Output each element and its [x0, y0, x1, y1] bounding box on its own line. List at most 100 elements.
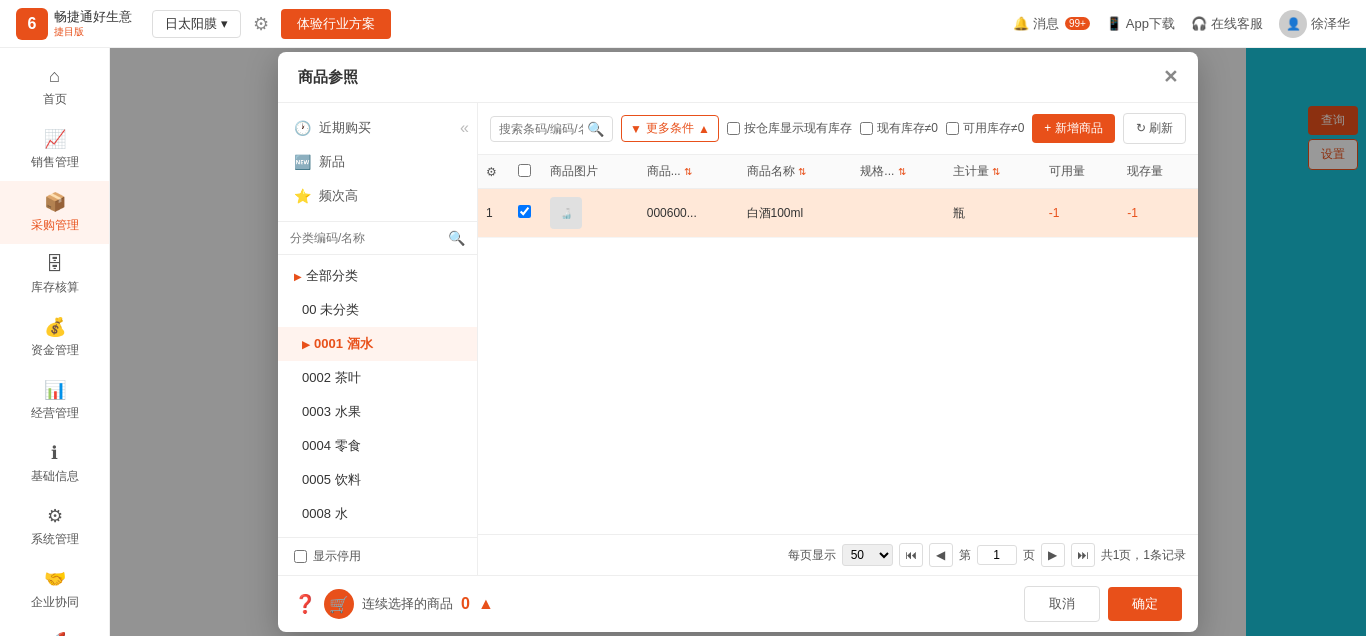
- row-num: 1: [478, 189, 510, 238]
- cat-item-water[interactable]: 0008 水: [278, 497, 477, 531]
- per-page-select[interactable]: 50 100 200: [842, 544, 893, 566]
- nav-dropdown[interactable]: 日太阳膜 ▾: [152, 10, 241, 38]
- inventory-icon: 🗄: [46, 254, 64, 275]
- sidebar-label-basic-info: 基础信息: [31, 468, 79, 485]
- left-tab-recent[interactable]: 🕐 近期购买 «: [278, 111, 477, 145]
- table-row[interactable]: 1 🍶 000600... 白酒100ml 瓶: [478, 189, 1198, 238]
- sidebar-label-home: 首页: [43, 91, 67, 108]
- search-input[interactable]: [499, 122, 583, 136]
- cart-collapse-icon[interactable]: ▲: [478, 595, 494, 613]
- col-code[interactable]: 商品... ⇅: [639, 155, 739, 189]
- online-support-btn[interactable]: 🎧 在线客服: [1191, 15, 1263, 33]
- avatar: 👤: [1279, 10, 1307, 38]
- gear-icon[interactable]: ⚙: [253, 13, 269, 35]
- warehouse-checkbox[interactable]: [727, 122, 740, 135]
- cat-search-input[interactable]: [290, 231, 442, 245]
- cat-item-snack[interactable]: 0004 零食: [278, 429, 477, 463]
- cat-item-all[interactable]: ▶ 全部分类: [278, 259, 477, 293]
- cart-label: 连续选择的商品: [362, 595, 453, 613]
- cat-label-all: 全部分类: [306, 267, 358, 285]
- sidebar-item-inventory[interactable]: 🗄 库存核算: [0, 244, 109, 306]
- app-download-btn[interactable]: 📱 App下载: [1106, 15, 1175, 33]
- add-product-btn[interactable]: + 新增商品: [1032, 114, 1114, 143]
- sidebar-label-finance: 资金管理: [31, 342, 79, 359]
- col-available: 可用量: [1041, 155, 1120, 189]
- col-check: [510, 155, 542, 189]
- sidebar-item-finance[interactable]: 💰 资金管理: [0, 306, 109, 369]
- page-input[interactable]: [977, 545, 1017, 565]
- collapse-icon[interactable]: «: [460, 119, 469, 137]
- pagination: 每页显示 50 100 200 ⏮ ◀ 第 页 ▶: [478, 534, 1198, 575]
- cancel-btn[interactable]: 取消: [1024, 586, 1100, 622]
- content-area: 商品参照 ✕ 🕐 近期购买 « �: [110, 48, 1366, 636]
- close-btn[interactable]: ✕: [1163, 66, 1178, 88]
- finance-icon: 💰: [44, 316, 66, 338]
- cat-search-icon[interactable]: 🔍: [448, 230, 465, 246]
- available-label: 可用库存≠0: [963, 120, 1024, 137]
- per-page-label: 每页显示: [788, 547, 836, 564]
- row-checkbox[interactable]: [518, 205, 531, 218]
- search-icon[interactable]: 🔍: [587, 121, 604, 137]
- available-checkbox[interactable]: [946, 122, 959, 135]
- next-page-btn[interactable]: ▶: [1041, 543, 1065, 567]
- last-page-btn[interactable]: ⏭: [1071, 543, 1095, 567]
- logo-icon: 6: [16, 8, 48, 40]
- col-name[interactable]: 商品名称 ⇅: [739, 155, 853, 189]
- left-tab-frequent[interactable]: ⭐ 频次高: [278, 179, 477, 213]
- dialog-body: 🕐 近期购买 « 🆕 新品 ⭐ 频次高: [278, 103, 1198, 575]
- cat-label-unclassified: 00 未分类: [302, 301, 359, 319]
- user-menu[interactable]: 👤 徐泽华: [1279, 10, 1350, 38]
- purchase-icon: 📦: [44, 191, 66, 213]
- checkbox-stock: 现有库存≠0: [860, 120, 938, 137]
- cat-item-beverage[interactable]: 0005 饮料: [278, 463, 477, 497]
- sidebar-item-basic-info[interactable]: ℹ 基础信息: [0, 432, 109, 495]
- row-available: -1: [1041, 189, 1120, 238]
- sidebar-item-purchase[interactable]: 📦 采购管理: [0, 181, 109, 244]
- sidebar-item-enterprise[interactable]: 🤝 企业协同: [0, 558, 109, 621]
- sidebar-item-sales[interactable]: 📈 销售管理: [0, 118, 109, 181]
- filter-btn[interactable]: ▼ 更多条件 ▲: [621, 115, 719, 142]
- dialog-header: 商品参照 ✕: [278, 52, 1198, 103]
- confirm-btn[interactable]: 确定: [1108, 587, 1182, 621]
- main-layout: ⌂ 首页 📈 销售管理 📦 采购管理 🗄 库存核算 💰 资金管理 📊 经营管理 …: [0, 48, 1366, 636]
- dialog-title: 商品参照: [298, 68, 358, 87]
- prev-page-btn[interactable]: ◀: [929, 543, 953, 567]
- cat-item-tea[interactable]: 0002 茶叶: [278, 361, 477, 395]
- refresh-btn[interactable]: ↻ 刷新: [1123, 113, 1186, 144]
- cat-item-unclassified[interactable]: 00 未分类: [278, 293, 477, 327]
- sidebar-item-system[interactable]: ⚙ 系统管理: [0, 495, 109, 558]
- sales-icon: 📈: [44, 128, 66, 150]
- sort-icon-name: ⇅: [798, 166, 806, 177]
- cat-label-water: 0008 水: [302, 505, 348, 523]
- experience-btn[interactable]: 体验行业方案: [281, 9, 391, 39]
- left-tab-new[interactable]: 🆕 新品: [278, 145, 477, 179]
- page-word2: 页: [1023, 547, 1035, 564]
- select-all-checkbox[interactable]: [518, 164, 531, 177]
- col-unit[interactable]: 主计量 ⇅: [945, 155, 1041, 189]
- first-page-btn[interactable]: ⏮: [899, 543, 923, 567]
- category-list: ▶ 全部分类 00 未分类 ▶ 0001 酒水 0002 茶: [278, 255, 477, 537]
- col-spec[interactable]: 规格... ⇅: [852, 155, 945, 189]
- warehouse-label: 按仓库显示现有库存: [744, 120, 852, 137]
- sidebar-label-inventory: 库存核算: [31, 279, 79, 296]
- stock-checkbox[interactable]: [860, 122, 873, 135]
- cat-item-fruit[interactable]: 0003 水果: [278, 395, 477, 429]
- cat-item-liquor[interactable]: ▶ 0001 酒水: [278, 327, 477, 361]
- nav-right: 🔔 消息 99+ 📱 App下载 🎧 在线客服 👤 徐泽华: [1013, 10, 1350, 38]
- show-disabled-checkbox[interactable]: [294, 550, 307, 563]
- cart-icon[interactable]: 🛒: [324, 589, 354, 619]
- col-stock: 现存量: [1119, 155, 1198, 189]
- row-stock: -1: [1119, 189, 1198, 238]
- sidebar-item-operations[interactable]: 📊 经营管理: [0, 369, 109, 432]
- cart-count: 0: [461, 595, 470, 613]
- cat-label-beverage: 0005 饮料: [302, 471, 361, 489]
- notification-btn[interactable]: 🔔 消息 99+: [1013, 15, 1090, 33]
- sidebar-item-home[interactable]: ⌂ 首页: [0, 56, 109, 118]
- info-icon: ℹ: [51, 442, 58, 464]
- sidebar-label-enterprise: 企业协同: [31, 594, 79, 611]
- sidebar-item-guide[interactable]: 🚀 新手引导: [0, 621, 109, 636]
- sort-icon-unit: ⇅: [992, 166, 1000, 177]
- help-icon[interactable]: ❓: [294, 593, 316, 615]
- filter-icon: ▼: [630, 122, 642, 136]
- row-code: 000600...: [639, 189, 739, 238]
